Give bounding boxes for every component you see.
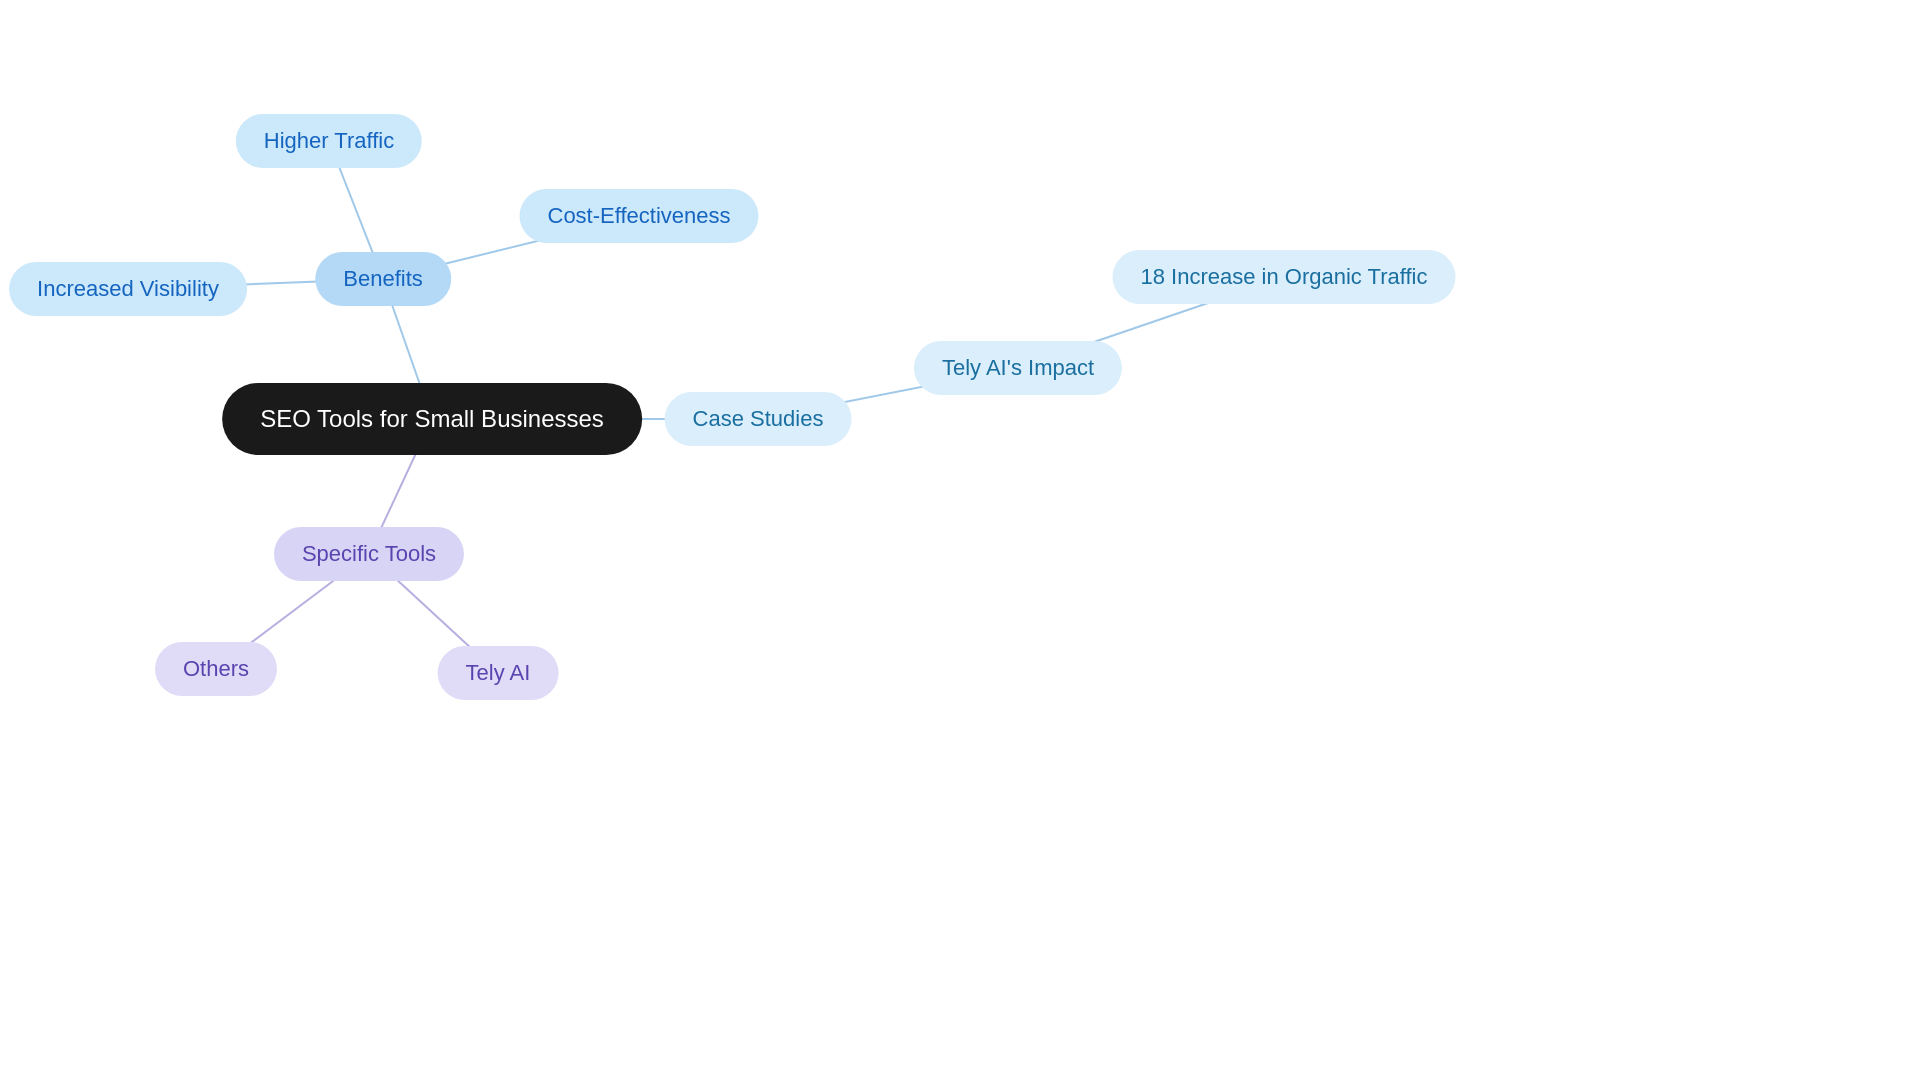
specific-tools-node: Specific Tools (274, 527, 464, 581)
increased-visibility-node: Increased Visibility (9, 262, 247, 316)
tely-ai-impact-node: Tely AI's Impact (914, 341, 1122, 395)
others-node: Others (155, 642, 277, 696)
mind-map: SEO Tools for Small Businesses Benefits … (0, 0, 1920, 1083)
organic-traffic-node: 18 Increase in Organic Traffic (1113, 250, 1456, 304)
cost-effectiveness-node: Cost-Effectiveness (519, 189, 758, 243)
higher-traffic-node: Higher Traffic (236, 114, 422, 168)
center-node: SEO Tools for Small Businesses (222, 383, 642, 455)
tely-ai-node: Tely AI (438, 646, 559, 700)
benefits-node: Benefits (315, 252, 451, 306)
case-studies-node: Case Studies (665, 392, 852, 446)
